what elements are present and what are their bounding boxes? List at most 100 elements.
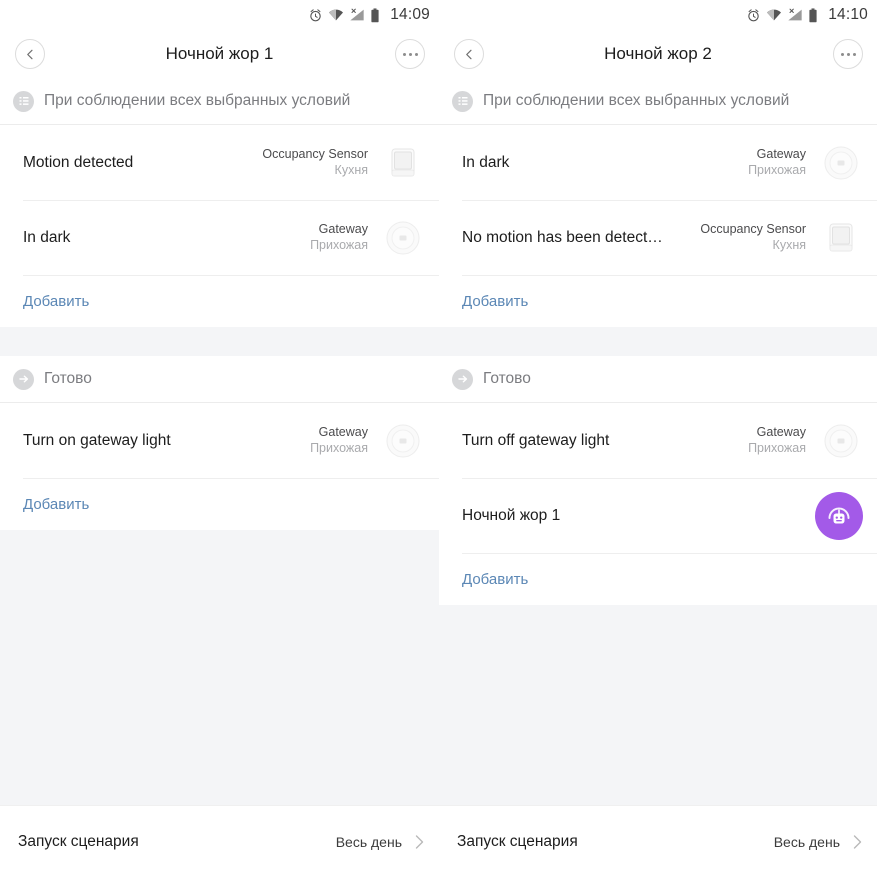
chevron-left-icon [26, 49, 33, 59]
action-section-header: Готово [439, 356, 877, 403]
page-title: Ночной жор 2 [604, 44, 712, 63]
battery-icon [371, 7, 379, 22]
add-action-label: Добавить [462, 570, 529, 588]
row-device-name: Gateway [318, 425, 368, 440]
pane-right: 14:10 Ночной жор 2 При соблюдении всех в… [439, 0, 877, 877]
more-options-icon [840, 52, 856, 56]
bottom-bar-value: Весь день [335, 833, 402, 850]
table-row[interactable]: No motion has been detect… Occupancy Sen… [439, 200, 877, 275]
empty-area [0, 530, 439, 805]
row-device-name: Gateway [318, 222, 368, 237]
pane-left: 14:09 Ночной жор 1 При соблюдении всех в… [0, 0, 439, 877]
bottom-bar[interactable]: Запуск сценария Весь день [439, 805, 877, 877]
action-card: Turn off gateway light Gateway Прихожая … [439, 403, 877, 605]
back-button[interactable] [454, 39, 484, 69]
row-title: Ночной жор 1 [462, 506, 561, 524]
status-bar-icons [308, 7, 380, 23]
row-title: Motion detected [23, 153, 134, 171]
page-title: Ночной жор 1 [165, 44, 274, 63]
title-bar: Ночной жор 2 [439, 30, 877, 78]
bottom-bar-label: Запуск сценария [18, 832, 139, 850]
gateway-thumb [381, 216, 425, 260]
chevron-left-icon [465, 49, 472, 59]
row-meta: Gateway Прихожая [748, 147, 806, 178]
row-meta: Gateway Прихожая [310, 425, 368, 456]
cellular-signal-icon [350, 8, 364, 21]
table-row[interactable]: In dark Gateway Прихожая [439, 125, 877, 200]
row-device-name: Occupancy Sensor [700, 222, 806, 237]
status-bar-time: 14:09 [390, 6, 430, 23]
condition-card: In dark Gateway Прихожая No motion has b… [439, 125, 877, 327]
chevron-right-icon [415, 834, 424, 849]
table-row[interactable]: Turn on gateway light Gateway Прихожая [0, 403, 439, 478]
arrow-right-action-icon [452, 368, 473, 390]
add-condition-button[interactable]: Добавить [0, 275, 439, 327]
row-meta: Occupancy Sensor Кухня [700, 222, 806, 253]
condition-section-header: При соблюдении всех выбранных условий [439, 78, 877, 125]
row-title: In dark [462, 153, 510, 171]
alarm-icon [310, 8, 321, 21]
condition-card: Motion detected Occupancy Sensor Кухня I… [0, 125, 439, 327]
occupancy-sensor-thumb [819, 216, 863, 260]
more-options-icon [402, 52, 418, 56]
more-options-button[interactable] [833, 39, 863, 69]
screenshot-root: 14:09 Ночной жор 1 При соблюдении всех в… [0, 0, 877, 877]
row-room-name: Прихожая [748, 440, 806, 455]
add-action-button[interactable]: Добавить [439, 553, 877, 605]
status-bar-time: 14:10 [828, 6, 868, 23]
back-button[interactable] [15, 39, 45, 69]
gateway-thumb [381, 419, 425, 463]
row-device-name: Occupancy Sensor [262, 147, 368, 162]
add-action-label: Добавить [23, 495, 90, 513]
condition-section-label: При соблюдении всех выбранных условий [483, 92, 790, 109]
add-condition-button[interactable]: Добавить [439, 275, 877, 327]
table-row[interactable]: Motion detected Occupancy Sensor Кухня [0, 125, 439, 200]
condition-section-label: При соблюдении всех выбранных условий [44, 92, 351, 109]
table-row[interactable]: Turn off gateway light Gateway Прихожая [439, 403, 877, 478]
bottom-bar-right: Весь день [336, 834, 425, 850]
row-room-name: Прихожая [748, 162, 806, 177]
add-action-button[interactable]: Добавить [0, 478, 439, 530]
table-row[interactable]: Ночной жор 1 [439, 478, 877, 553]
scene-avatar [815, 491, 863, 540]
bottom-bar-right: Весь день [774, 834, 863, 850]
bottom-bar[interactable]: Запуск сценария Весь день [0, 805, 439, 877]
wifi-icon [329, 9, 344, 21]
chevron-right-icon [853, 834, 862, 849]
table-row[interactable]: In dark Gateway Прихожая [0, 200, 439, 275]
arrow-right-action-icon [13, 368, 34, 390]
title-bar: Ночной жор 1 [0, 30, 439, 78]
add-condition-label: Добавить [462, 292, 529, 310]
row-room-name: Кухня [334, 162, 368, 177]
row-room-name: Кухня [772, 237, 806, 252]
empty-area [439, 605, 877, 807]
action-section-label: Готово [44, 370, 92, 387]
status-bar: 14:09 [0, 0, 439, 30]
row-title: Turn on gateway light [23, 431, 171, 449]
condition-section-header: При соблюдении всех выбранных условий [0, 78, 439, 125]
row-device-name: Gateway [756, 425, 806, 440]
status-bar-icons [746, 7, 818, 23]
row-room-name: Прихожая [310, 440, 368, 455]
bottom-bar-label: Запуск сценария [457, 832, 578, 850]
section-gap [439, 327, 877, 356]
action-section-label: Готово [483, 370, 531, 387]
row-meta: Gateway Прихожая [310, 222, 368, 253]
more-options-button[interactable] [395, 39, 425, 69]
action-card: Turn on gateway light Gateway Прихожая Д… [0, 403, 439, 530]
status-bar: 14:10 [439, 0, 877, 30]
section-gap [0, 327, 439, 356]
list-conditions-icon [452, 90, 473, 112]
alarm-icon [748, 8, 759, 21]
cellular-signal-icon [788, 8, 802, 21]
occupancy-sensor-thumb [381, 141, 425, 185]
bottom-bar-value: Весь день [773, 833, 840, 850]
gateway-thumb [819, 419, 863, 463]
row-title: Turn off gateway light [462, 431, 610, 449]
row-title: No motion has been detect… [462, 228, 663, 246]
list-conditions-icon [13, 90, 34, 112]
row-meta: Gateway Прихожая [748, 425, 806, 456]
row-title: In dark [23, 228, 71, 246]
add-condition-label: Добавить [23, 292, 90, 310]
gateway-thumb [819, 141, 863, 185]
